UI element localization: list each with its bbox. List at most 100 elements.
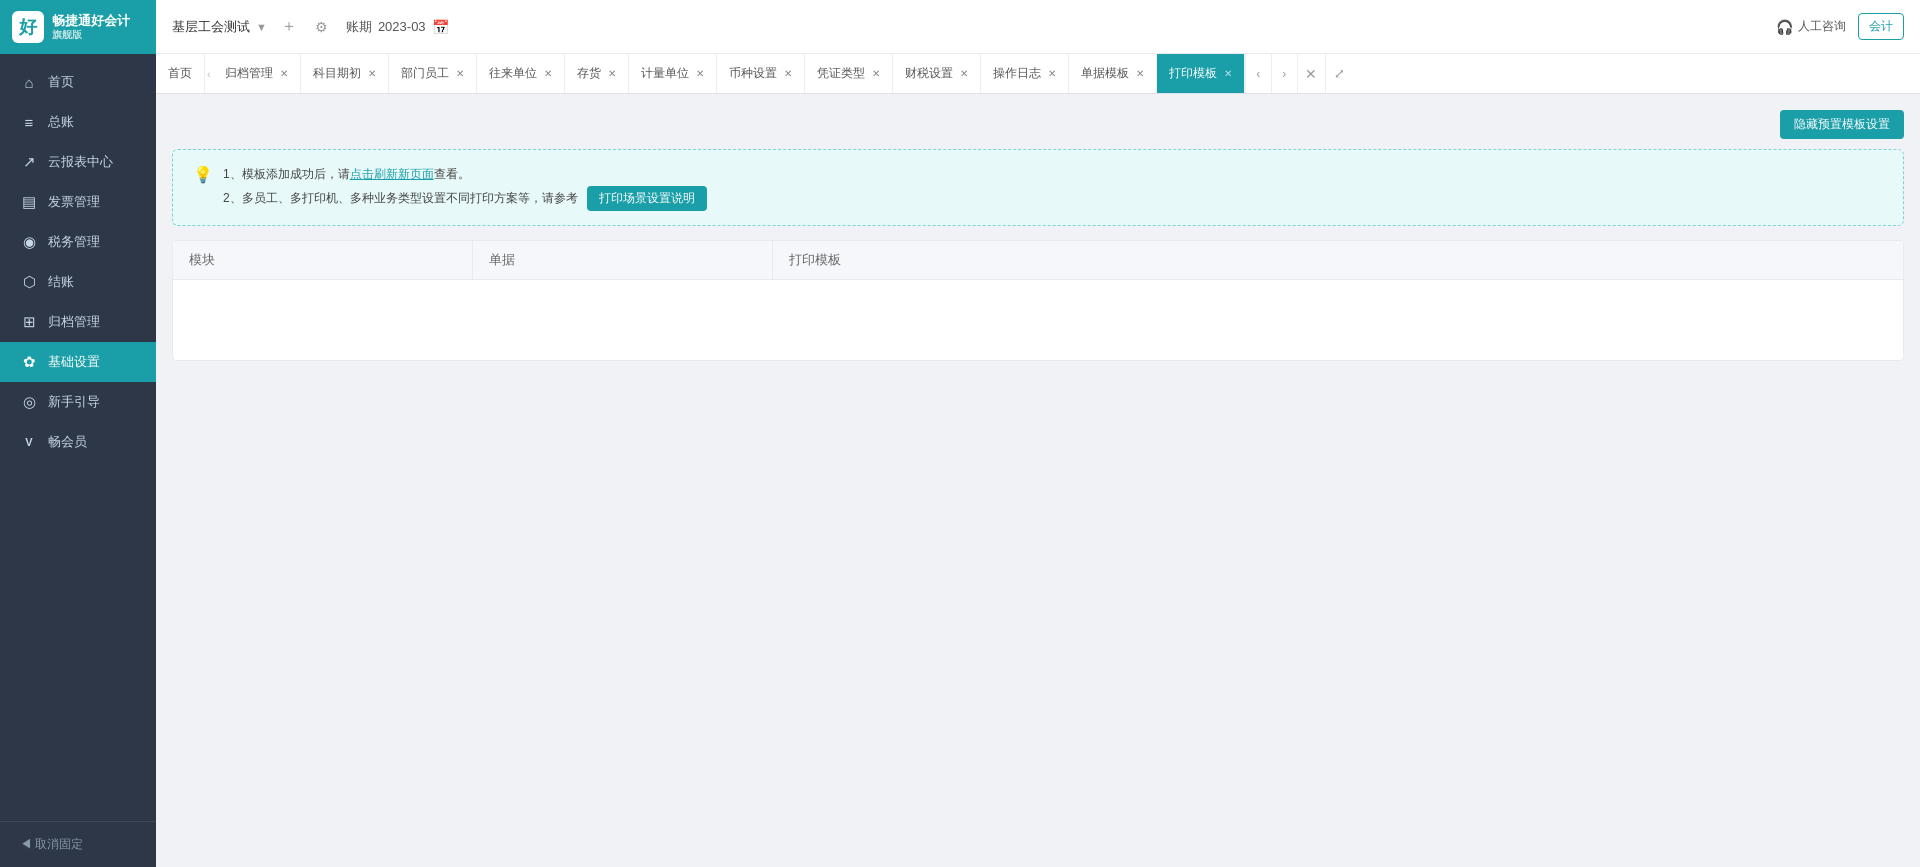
sidebar-label-archive: 归档管理	[48, 313, 100, 331]
tab-operation-log[interactable]: 操作日志 ✕	[981, 54, 1069, 93]
app-logo: 好 畅捷通好会计 旗舰版	[0, 0, 156, 54]
tab-close-unit[interactable]: ✕	[696, 68, 704, 79]
table-body	[173, 280, 1903, 360]
sidebar-item-tax[interactable]: ◉ 税务管理	[0, 222, 156, 262]
tab-prev-button[interactable]: ‹	[1245, 54, 1271, 93]
explain-btn[interactable]: 打印场景设置说明	[587, 186, 707, 211]
logo-icon: 好	[12, 11, 44, 43]
member-icon: V	[20, 436, 38, 448]
sidebar-item-archive[interactable]: ⊞ 归档管理	[0, 302, 156, 342]
unpin-label: ◀ 取消固定	[20, 836, 83, 853]
period-value: 2023-03	[378, 19, 426, 34]
sidebar-label-reports: 云报表中心	[48, 153, 113, 171]
app-edition: 旗舰版	[52, 29, 130, 41]
dropdown-arrow-icon: ▼	[256, 21, 267, 33]
tab-home[interactable]: 首页	[156, 54, 205, 93]
tab-close-currency[interactable]: ✕	[784, 68, 792, 79]
tax-icon: ◉	[20, 233, 38, 251]
refresh-link[interactable]: 点击刷新新页面	[350, 167, 434, 181]
period-label: 账期	[346, 18, 372, 36]
ledger-icon: ≡	[20, 114, 38, 131]
app-name: 畅捷通好会计	[52, 13, 130, 29]
sidebar-item-invoice[interactable]: ▤ 发票管理	[0, 182, 156, 222]
calendar-icon[interactable]: 📅	[432, 19, 449, 35]
tab-close-tax[interactable]: ✕	[960, 68, 968, 79]
info-line2: 2、多员工、多打印机、多种业务类型设置不同打印方案等，请参考 打印场景设置说明	[223, 186, 707, 211]
tab-next-button[interactable]: ›	[1271, 54, 1297, 93]
service-label: 人工咨询	[1798, 18, 1846, 35]
sidebar-nav: ⌂ 首页 ≡ 总账 ↗ 云报表中心 ▤ 发票管理 ◉ 税务管理 ⬡ 结账 ⊞ 归…	[0, 54, 156, 821]
sidebar-item-member[interactable]: V 畅会员	[0, 422, 156, 462]
tab-doc-template[interactable]: 单据模板 ✕	[1069, 54, 1157, 93]
tab-close-doc[interactable]: ✕	[1136, 68, 1144, 79]
add-tab-button[interactable]: ＋	[277, 12, 301, 41]
reports-icon: ↗	[20, 153, 38, 171]
tab-close-inventory[interactable]: ✕	[608, 68, 616, 79]
sidebar-label-invoice: 发票管理	[48, 193, 100, 211]
settings-gear-icon[interactable]: ⚙	[311, 15, 332, 39]
tab-archive[interactable]: 归档管理 ✕	[213, 54, 301, 93]
sidebar-item-settings[interactable]: ✿ 基础设置	[0, 342, 156, 382]
company-selector[interactable]: 基层工会测试 ▼	[172, 18, 267, 36]
sidebar-item-reports[interactable]: ↗ 云报表中心	[0, 142, 156, 182]
sidebar-label-close: 结账	[48, 273, 74, 291]
sidebar-item-guide[interactable]: ◎ 新手引导	[0, 382, 156, 422]
info-box: 💡 1、模板添加成功后，请点击刷新新页面查看。 2、多员工、多打印机、多种业务类…	[172, 149, 1904, 226]
sidebar: 好 畅捷通好会计 旗舰版 ⌂ 首页 ≡ 总账 ↗ 云报表中心 ▤ 发票管理 ◉ …	[0, 0, 156, 867]
tab-close-voucher[interactable]: ✕	[872, 68, 880, 79]
period-display: 账期 2023-03 📅	[346, 18, 449, 36]
tab-currency[interactable]: 币种设置 ✕	[717, 54, 805, 93]
tab-separator: ‹	[205, 68, 213, 80]
tab-dept-staff[interactable]: 部门员工 ✕	[389, 54, 477, 93]
topbar: 基层工会测试 ▼ ＋ ⚙ 账期 2023-03 📅 🎧 人工咨询 会计	[156, 0, 1920, 54]
bulb-icon: 💡	[193, 165, 213, 184]
sidebar-label-guide: 新手引导	[48, 393, 100, 411]
sidebar-item-ledger[interactable]: ≡ 总账	[0, 102, 156, 142]
company-name: 基层工会测试	[172, 18, 250, 36]
tab-expand-button[interactable]: ⤢	[1325, 54, 1353, 93]
tab-close-archive[interactable]: ✕	[280, 68, 288, 79]
info-line1: 1、模板添加成功后，请点击刷新新页面查看。	[223, 164, 707, 186]
sidebar-label-settings: 基础设置	[48, 353, 100, 371]
settings-icon: ✿	[20, 353, 38, 371]
tab-tax-settings[interactable]: 财税设置 ✕	[893, 54, 981, 93]
guide-icon: ◎	[20, 393, 38, 411]
sidebar-label-member: 畅会员	[48, 433, 87, 451]
sidebar-item-home[interactable]: ⌂ 首页	[0, 62, 156, 102]
unpin-button[interactable]: ◀ 取消固定	[0, 821, 156, 867]
tab-voucher-type[interactable]: 凭证类型 ✕	[805, 54, 893, 93]
sidebar-item-close[interactable]: ⬡ 结账	[0, 262, 156, 302]
tab-close-subject[interactable]: ✕	[368, 68, 376, 79]
table-header: 模块 单据 打印模板	[173, 241, 1903, 280]
col-module: 模块	[173, 241, 473, 279]
info-text: 1、模板添加成功后，请点击刷新新页面查看。 2、多员工、多打印机、多种业务类型设…	[223, 164, 707, 211]
main-area: 基层工会测试 ▼ ＋ ⚙ 账期 2023-03 📅 🎧 人工咨询 会计 首页 ‹…	[156, 0, 1920, 867]
sidebar-label-ledger: 总账	[48, 113, 74, 131]
sidebar-label-tax: 税务管理	[48, 233, 100, 251]
col-doc: 单据	[473, 241, 773, 279]
close-period-icon: ⬡	[20, 273, 38, 291]
tab-close-all-button[interactable]: ✕	[1297, 54, 1325, 93]
tab-subject-init[interactable]: 科目期初 ✕	[301, 54, 389, 93]
sidebar-label-home: 首页	[48, 73, 74, 91]
tab-close-print[interactable]: ✕	[1224, 68, 1232, 79]
tab-close-counterpart[interactable]: ✕	[544, 68, 552, 79]
action-bar: 隐藏预置模板设置	[172, 110, 1904, 139]
accountant-button[interactable]: 会计	[1858, 13, 1904, 40]
archive-icon: ⊞	[20, 313, 38, 331]
hide-template-btn[interactable]: 隐藏预置模板设置	[1780, 110, 1904, 139]
tab-unit[interactable]: 计量单位 ✕	[629, 54, 717, 93]
tab-close-log[interactable]: ✕	[1048, 68, 1056, 79]
topbar-right: 🎧 人工咨询 会计	[1776, 13, 1904, 40]
service-button[interactable]: 🎧 人工咨询	[1776, 18, 1846, 35]
tab-counterpart[interactable]: 往来单位 ✕	[477, 54, 565, 93]
home-icon: ⌂	[20, 74, 38, 91]
tab-inventory[interactable]: 存货 ✕	[565, 54, 629, 93]
headset-icon: 🎧	[1776, 19, 1793, 35]
invoice-icon: ▤	[20, 193, 38, 211]
tab-close-dept[interactable]: ✕	[456, 68, 464, 79]
tab-print-template[interactable]: 打印模板 ✕	[1157, 54, 1245, 93]
col-template: 打印模板	[773, 241, 1903, 279]
template-table: 模块 单据 打印模板	[172, 240, 1904, 361]
page-content: 隐藏预置模板设置 💡 1、模板添加成功后，请点击刷新新页面查看。 2、多员工、多…	[156, 94, 1920, 867]
